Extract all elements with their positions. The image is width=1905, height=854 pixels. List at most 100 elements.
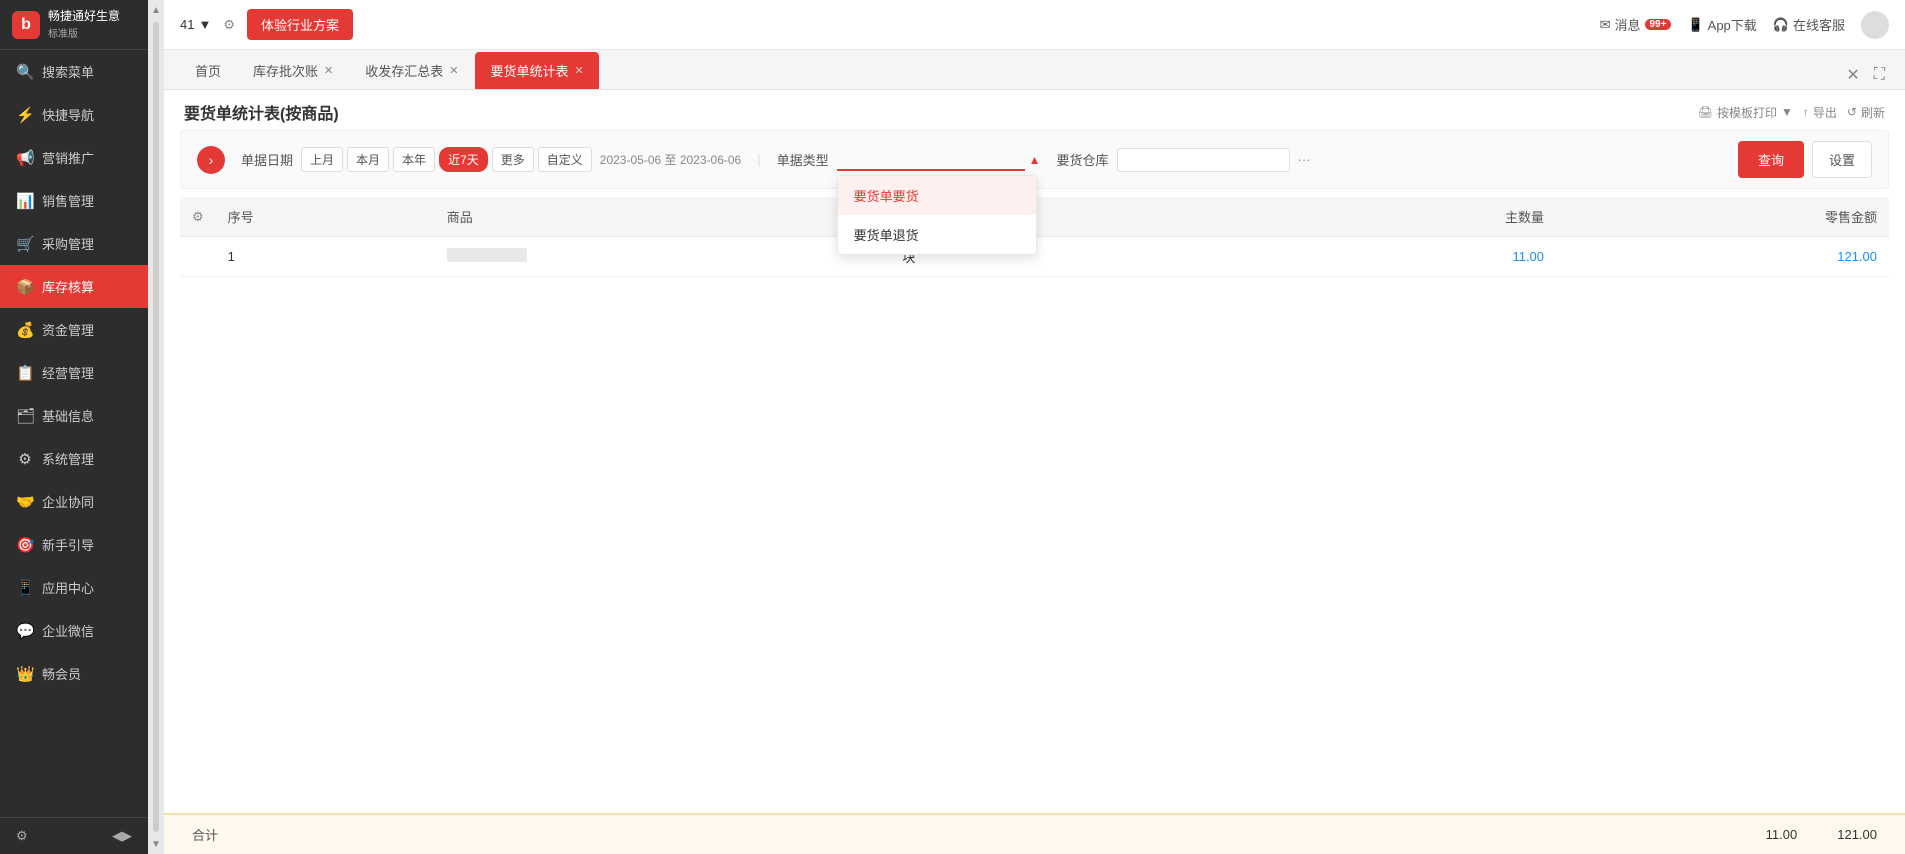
- refresh-button[interactable]: ↺ 刷新: [1847, 104, 1885, 121]
- sidebar-item-purchase[interactable]: 🛒 采购管理: [0, 222, 148, 265]
- date-btn-last-month[interactable]: 上月: [301, 147, 343, 172]
- export-icon: ↑: [1803, 105, 1809, 119]
- store-selector[interactable]: 41 ▼: [180, 17, 211, 32]
- sidebar-item-quick-nav[interactable]: ⚡ 快捷导航: [0, 93, 148, 136]
- sidebar-item-guide[interactable]: 🎯 新手引导: [0, 523, 148, 566]
- export-button[interactable]: ↑ 导出: [1803, 104, 1837, 121]
- sidebar-item-guide-label: 新手引导: [42, 535, 94, 554]
- print-button[interactable]: 🖨 按模板打印 ▼: [1698, 104, 1793, 121]
- sidebar-item-enterprise[interactable]: 🤝 企业协同: [0, 480, 148, 523]
- sidebar-item-finance[interactable]: 💰 资金管理: [0, 308, 148, 351]
- type-dropdown-wrapper: ▲ 要货单要货 要货单退货: [837, 148, 1041, 171]
- sidebar-item-basic[interactable]: 🗂 基础信息: [0, 394, 148, 437]
- warehouse-filter: 要货仓库 ···: [1057, 148, 1722, 172]
- user-avatar[interactable]: [1861, 11, 1889, 39]
- page-content: 要货单统计表(按商品) 🖨 按模板打印 ▼ ↑ 导出 ↺ 刷新 ›: [164, 90, 1905, 854]
- table-container: ⚙ 序号 商品 主计量单位 主数量 零售金额 1: [164, 197, 1905, 813]
- sidebar-settings-icon[interactable]: ⚙: [16, 828, 28, 844]
- sidebar-item-search[interactable]: 🔍 搜索菜单: [0, 50, 148, 93]
- dropdown-option-order-return[interactable]: 要货单退货: [838, 215, 1036, 254]
- tab-batch-close[interactable]: ✕: [324, 64, 333, 77]
- th-settings[interactable]: ⚙: [180, 197, 216, 237]
- tab-receive-close[interactable]: ✕: [449, 64, 458, 77]
- filter-divider: |: [757, 152, 760, 167]
- quantity-link[interactable]: 11.00: [1512, 249, 1544, 264]
- basic-icon: 🗂: [16, 407, 34, 425]
- sidebar-item-basic-label: 基础信息: [42, 406, 94, 425]
- date-btn-this-year[interactable]: 本年: [393, 147, 435, 172]
- sidebar-item-finance-label: 资金管理: [42, 320, 94, 339]
- warehouse-more-icon[interactable]: ···: [1298, 152, 1311, 167]
- date-btn-this-month[interactable]: 本月: [347, 147, 389, 172]
- guide-icon: 🎯: [16, 536, 34, 554]
- sidebar-item-member[interactable]: 👑 畅会员: [0, 652, 148, 695]
- tab-order-close[interactable]: ✕: [575, 64, 584, 77]
- sidebar-item-app-center-label: 应用中心: [42, 578, 94, 597]
- sidebar-item-system[interactable]: ⚙ 系统管理: [0, 437, 148, 480]
- type-filter-group: 单据类型 ▲ 要货单要货 要货单退货: [777, 148, 1041, 171]
- sidebar-item-inventory[interactable]: 📦 库存核算: [0, 265, 148, 308]
- messages-label: 消息: [1614, 15, 1640, 34]
- tab-close-all-button[interactable]: ✕: [1842, 61, 1863, 89]
- sidebar-item-marketing[interactable]: 📢 营销推广: [0, 136, 148, 179]
- messages-item[interactable]: ✉ 消息 99+: [1600, 15, 1672, 34]
- sidebar-scrollbar: ▲ ▼: [148, 0, 164, 854]
- sidebar-item-wechat-label: 企业微信: [42, 621, 94, 640]
- filter-bar: › 单据日期 上月 本月 本年 近7天 更多 自定义 2023-05-06 至 …: [180, 130, 1889, 189]
- date-btn-7days[interactable]: 近7天: [439, 147, 488, 172]
- app-center-icon: 📱: [16, 579, 34, 597]
- date-btn-custom[interactable]: 自定义: [538, 147, 592, 172]
- logo-text: 畅捷通好生意 标准版: [48, 9, 120, 40]
- date-btn-more[interactable]: 更多: [492, 147, 534, 172]
- sidebar-item-purchase-label: 采购管理: [42, 234, 94, 253]
- filter-expand-button[interactable]: ›: [197, 146, 225, 174]
- date-filter-group: 单据日期 上月 本月 本年 近7天 更多 自定义 2023-05-06 至 20…: [241, 147, 741, 172]
- logo-area: b 畅捷通好生意 标准版: [0, 0, 148, 50]
- td-settings: [180, 237, 216, 277]
- sidebar-item-inventory-label: 库存核算: [42, 277, 94, 296]
- summary-label: 合计: [192, 825, 218, 844]
- tab-batch[interactable]: 库存批次账 ✕: [238, 52, 348, 89]
- filter-settings-button[interactable]: 设置: [1812, 141, 1872, 178]
- tab-home[interactable]: 首页: [180, 52, 236, 89]
- sidebar-item-wechat[interactable]: 💬 企业微信: [0, 609, 148, 652]
- amount-link[interactable]: 121.00: [1837, 249, 1877, 264]
- warehouse-input[interactable]: [1117, 148, 1290, 172]
- th-index: 序号: [216, 197, 435, 237]
- scroll-up-arrow[interactable]: ▲: [148, 0, 164, 20]
- online-service-item[interactable]: 🎧 在线客服: [1773, 15, 1845, 34]
- operations-icon: 📋: [16, 364, 34, 382]
- sidebar-item-enterprise-label: 企业协同: [42, 492, 94, 511]
- tab-expand-button[interactable]: ⛶: [1870, 62, 1889, 88]
- company-name: 畅捷通好生意: [48, 9, 120, 25]
- inventory-icon: 📦: [16, 278, 34, 296]
- app-download-item[interactable]: 📱 App下载: [1687, 15, 1756, 34]
- trial-industry-button[interactable]: 体验行业方案: [247, 9, 353, 40]
- sidebar-item-app-center[interactable]: 📱 应用中心: [0, 566, 148, 609]
- sidebar-item-search-label: 搜索菜单: [42, 62, 94, 81]
- sidebar-item-sales[interactable]: 📊 销售管理: [0, 179, 148, 222]
- type-dropdown-input[interactable]: [837, 148, 1025, 171]
- sidebar-collapse-icon[interactable]: ◀▶: [112, 828, 132, 844]
- sidebar-item-system-label: 系统管理: [42, 449, 94, 468]
- type-filter-label: 单据类型: [777, 150, 829, 169]
- column-settings-icon[interactable]: ⚙: [192, 209, 204, 224]
- dropdown-option-order-goods[interactable]: 要货单要货: [838, 176, 1036, 215]
- sidebar-nav: 🔍 搜索菜单 ⚡ 快捷导航 📢 营销推广 📊 销售管理 🛒 采购管理 📦 库存核…: [0, 50, 148, 817]
- type-dropdown-arrow[interactable]: ▲: [1029, 153, 1041, 167]
- scroll-down-arrow[interactable]: ▼: [148, 834, 164, 854]
- query-button[interactable]: 查询: [1738, 141, 1804, 178]
- tab-order-summary[interactable]: 要货单统计表 ✕: [475, 52, 598, 89]
- tab-receive-summary[interactable]: 收发存汇总表 ✕: [350, 52, 473, 89]
- summary-row: 合计 11.00 121.00: [164, 813, 1905, 854]
- online-service-label: 在线客服: [1793, 15, 1845, 34]
- export-label: 导出: [1813, 104, 1837, 121]
- product-placeholder: [447, 248, 527, 262]
- topbar-settings-icon[interactable]: ⚙: [223, 17, 235, 33]
- headset-icon: 🎧: [1773, 17, 1789, 33]
- sidebar-item-operations[interactable]: 📋 经营管理: [0, 351, 148, 394]
- finance-icon: 💰: [16, 321, 34, 339]
- topbar: 41 ▼ ⚙ 体验行业方案 ✉ 消息 99+ 📱 App下载 🎧 在线客服: [164, 0, 1905, 50]
- sales-icon: 📊: [16, 192, 34, 210]
- page-actions: 🖨 按模板打印 ▼ ↑ 导出 ↺ 刷新: [1698, 104, 1885, 121]
